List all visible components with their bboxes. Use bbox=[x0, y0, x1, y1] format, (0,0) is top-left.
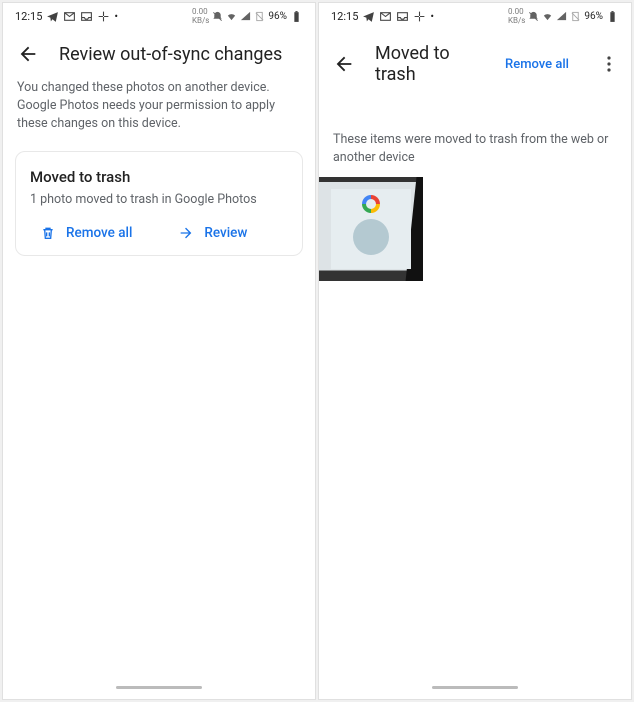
trash-icon bbox=[40, 225, 56, 241]
sync-card: Moved to trash 1 photo moved to trash in… bbox=[15, 151, 303, 256]
dnd-icon bbox=[528, 11, 539, 22]
battery-icon bbox=[606, 10, 619, 23]
inbox-icon bbox=[80, 10, 93, 23]
description-text: You changed these photos on another devi… bbox=[3, 79, 315, 151]
card-title: Moved to trash bbox=[30, 168, 288, 186]
photo-content bbox=[331, 189, 411, 269]
dnd-icon bbox=[212, 11, 223, 22]
app-header: Review out-of-sync changes bbox=[3, 29, 315, 79]
remove-all-button[interactable]: Remove all bbox=[30, 225, 132, 241]
data-rate-icon: 0.00KB/s bbox=[192, 7, 209, 25]
status-dot: • bbox=[114, 10, 118, 23]
status-bar: 12:15 • 0.00KB/s 96% bbox=[3, 3, 315, 29]
app-header: Moved to trash Remove all bbox=[319, 29, 631, 99]
signal-icon bbox=[556, 11, 567, 22]
battery-icon bbox=[290, 10, 303, 23]
status-dot: • bbox=[430, 10, 434, 23]
inbox-icon bbox=[396, 10, 409, 23]
back-icon[interactable] bbox=[17, 43, 39, 65]
overflow-menu-button[interactable] bbox=[599, 54, 619, 74]
review-button[interactable]: Review bbox=[168, 225, 247, 241]
status-time: 12:15 bbox=[15, 10, 42, 23]
description-text: These items were moved to trash from the… bbox=[319, 99, 631, 177]
status-bar: 12:15 • 0.00KB/s 96% bbox=[319, 3, 631, 29]
slack-icon bbox=[413, 10, 426, 23]
back-icon[interactable] bbox=[333, 53, 355, 75]
screen-moved-to-trash: 12:15 • 0.00KB/s 96% Moved to trash Remo… bbox=[318, 2, 632, 700]
remove-all-label: Remove all bbox=[66, 225, 132, 241]
screen-review-changes: 12:15 • 0.00KB/s 96% Review out-of-sync … bbox=[2, 2, 316, 700]
wifi-icon bbox=[226, 11, 237, 22]
google-logo-icon bbox=[362, 195, 380, 213]
nav-handle[interactable] bbox=[432, 686, 518, 689]
telegram-icon bbox=[46, 10, 59, 23]
signal-icon bbox=[240, 11, 251, 22]
no-sim-icon bbox=[570, 11, 581, 22]
page-title: Moved to trash bbox=[375, 43, 485, 85]
photo-thumbnail[interactable] bbox=[319, 177, 423, 281]
more-vert-icon bbox=[607, 56, 611, 72]
card-actions: Remove all Review bbox=[30, 225, 288, 247]
status-time: 12:15 bbox=[331, 10, 358, 23]
battery-percent: 96% bbox=[584, 11, 603, 22]
arrow-right-icon bbox=[178, 225, 194, 241]
wifi-icon bbox=[542, 11, 553, 22]
gmail-icon bbox=[379, 10, 392, 23]
nav-handle[interactable] bbox=[116, 686, 202, 689]
chromecast-device bbox=[353, 219, 389, 255]
no-sim-icon bbox=[254, 11, 265, 22]
remove-all-button[interactable]: Remove all bbox=[505, 57, 569, 72]
telegram-icon bbox=[362, 10, 375, 23]
data-rate-icon: 0.00KB/s bbox=[508, 7, 525, 25]
page-title: Review out-of-sync changes bbox=[59, 44, 303, 65]
slack-icon bbox=[97, 10, 110, 23]
review-label: Review bbox=[204, 225, 247, 241]
gmail-icon bbox=[63, 10, 76, 23]
battery-percent: 96% bbox=[268, 11, 287, 22]
card-subtitle: 1 photo moved to trash in Google Photos bbox=[30, 192, 288, 207]
